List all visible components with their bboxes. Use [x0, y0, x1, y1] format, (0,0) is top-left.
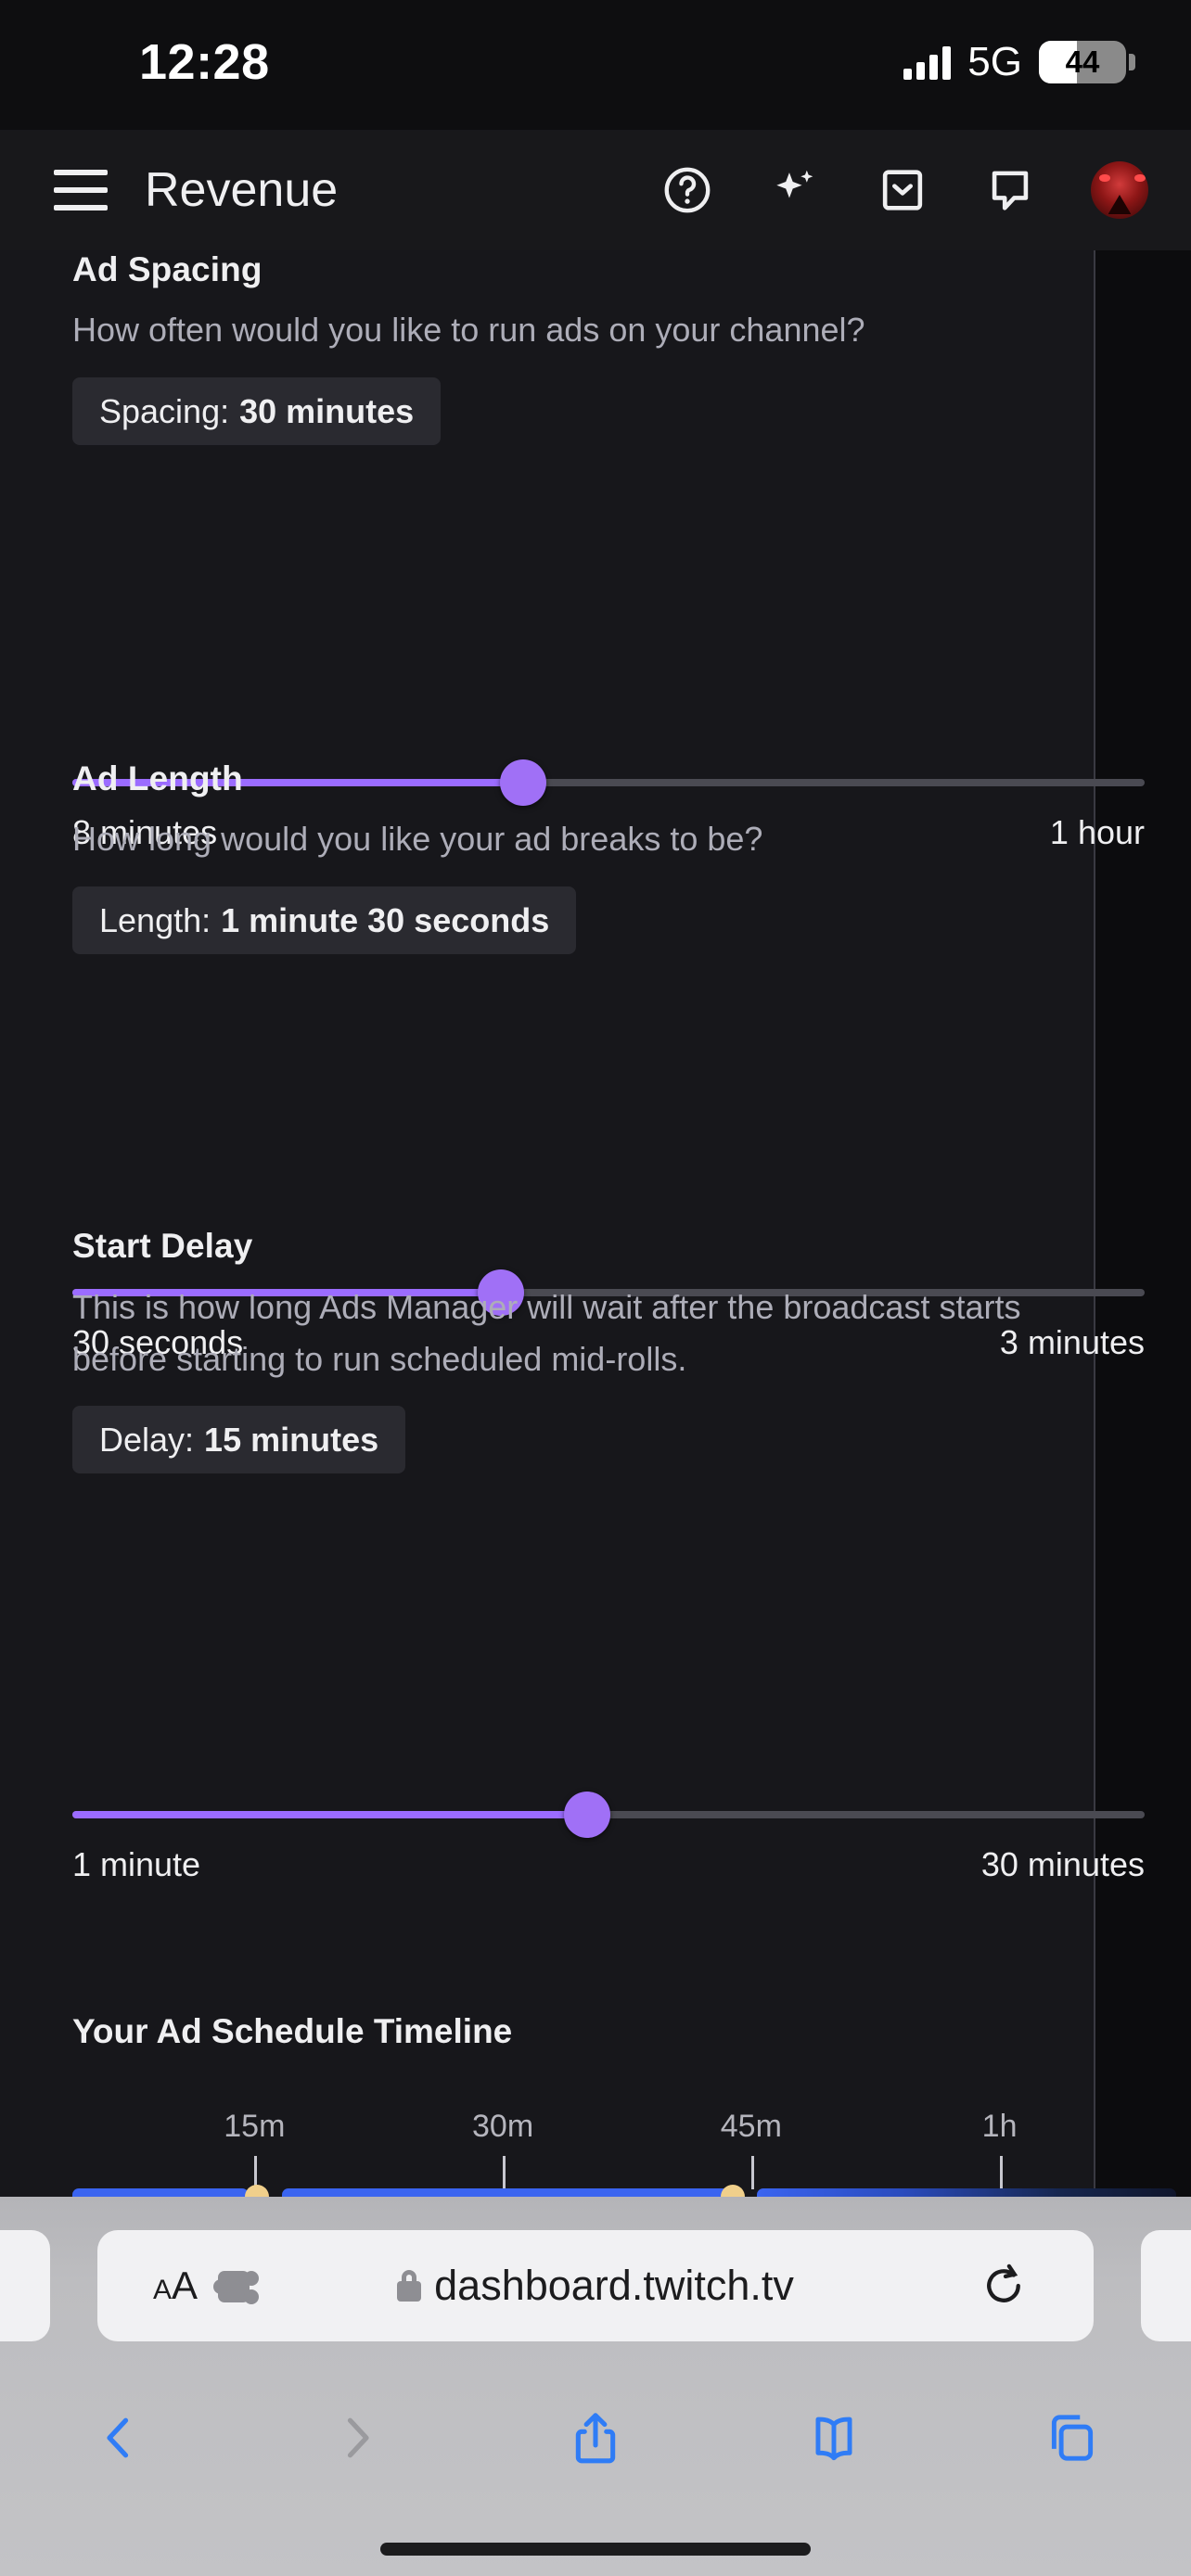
home-indicator — [380, 2543, 811, 2556]
next-tab-preview[interactable] — [1141, 2230, 1191, 2341]
address-bar[interactable]: AA dashboard.twitch.tv — [97, 2230, 1094, 2341]
timeline-tick-label: 30m — [472, 2109, 534, 2144]
bookmarks-button[interactable] — [714, 2409, 953, 2467]
battery-percent-label: 44 — [1065, 45, 1100, 79]
start-delay-max-label: 30 minutes — [980, 1845, 1145, 1883]
help-icon[interactable] — [660, 163, 714, 217]
lock-icon — [397, 2270, 422, 2302]
phone-screen: 12:28 5G 44 Revenue Ad Spacing How often… — [0, 0, 1191, 2576]
back-button[interactable] — [0, 2410, 238, 2466]
app-navigation-bar: Revenue — [0, 130, 1191, 250]
start-delay-value-pill: Delay: 15 minutes — [72, 1406, 406, 1473]
previous-tab-preview[interactable] — [0, 2230, 50, 2341]
hamburger-menu-icon[interactable] — [54, 170, 108, 210]
start-delay-min-label: 1 minute — [72, 1845, 201, 1883]
timeline-tick-line — [999, 2156, 1003, 2189]
timeline-title: Your Ad Schedule Timeline — [72, 2012, 513, 2050]
page-content: Ad Spacing How often would you like to r… — [0, 250, 1191, 2197]
start-delay-description: This is how long Ads Manager will wait a… — [72, 1288, 1021, 1378]
start-delay-slider[interactable] — [72, 1792, 1145, 1838]
network-type-label: 5G — [967, 39, 1022, 84]
text-size-button[interactable]: AA — [153, 2266, 198, 2305]
ad-spacing-pill-label: Spacing: — [99, 391, 230, 430]
ad-spacing-value-pill: Spacing: 30 minutes — [72, 377, 442, 445]
timeline-tick-label: 15m — [224, 2109, 286, 2144]
text-size-small-a: A — [153, 2275, 173, 2305]
ad-length-value-pill: Length: 1 minute 30 seconds — [72, 886, 577, 954]
status-bar-time: 12:28 — [139, 34, 270, 90]
ad-length-pill-label: Length: — [99, 900, 211, 939]
stream-segment-1 — [72, 2188, 250, 2197]
status-bar-indicators: 5G 44 — [903, 39, 1135, 85]
ad-length-pill-value: 1 minute 30 seconds — [221, 900, 550, 939]
timeline-tick-line — [503, 2156, 506, 2189]
sparkle-ai-icon[interactable] — [768, 163, 822, 217]
nav-icon-group — [660, 161, 1148, 219]
start-delay-pill-value: 15 minutes — [204, 1420, 379, 1459]
timeline-tick-label: 1h — [981, 2109, 1018, 2144]
stream-segment-3 — [756, 2188, 1176, 2197]
ad-spacing-title: Ad Spacing — [72, 250, 263, 288]
ad-length-description: How long would you like your ad breaks t… — [72, 820, 763, 858]
page-title: Revenue — [145, 163, 339, 217]
status-bar: 12:28 5G 44 — [0, 0, 1191, 130]
timeline-tick-line — [750, 2156, 754, 2189]
ad-spacing-slider-thumb[interactable] — [499, 759, 546, 806]
timeline-tick-label: 45m — [720, 2109, 782, 2144]
browser-toolbar — [0, 2382, 1191, 2493]
safari-browser-chrome: AA dashboard.twitch.tv — [0, 2197, 1191, 2576]
start-delay-pill-label: Delay: — [99, 1420, 195, 1459]
ad-spacing-description: How often would you like to run ads on y… — [72, 311, 865, 349]
stream-segment-2 — [282, 2188, 730, 2197]
start-delay-slider-thumb[interactable] — [563, 1792, 610, 1838]
ad-length-title: Ad Length — [72, 759, 243, 797]
start-delay-title: Start Delay — [72, 1227, 253, 1265]
start-delay-slider-fill — [72, 1811, 587, 1818]
url-text: dashboard.twitch.tv — [434, 2262, 794, 2309]
cellular-signal-icon — [903, 45, 952, 80]
share-button[interactable] — [477, 2408, 715, 2468]
inbox-icon[interactable] — [876, 163, 929, 217]
battery-icon: 44 — [1039, 41, 1135, 83]
avatar[interactable] — [1091, 161, 1148, 219]
ad-spacing-pill-value: 30 minutes — [239, 391, 415, 430]
extensions-icon[interactable] — [213, 2265, 260, 2306]
text-size-large-a: A — [172, 2264, 198, 2307]
forward-button — [238, 2410, 477, 2466]
chat-bubble-icon[interactable] — [983, 163, 1037, 217]
tabs-button[interactable] — [953, 2409, 1191, 2467]
reload-icon[interactable] — [979, 2261, 1029, 2311]
content-panel — [0, 250, 1095, 2197]
